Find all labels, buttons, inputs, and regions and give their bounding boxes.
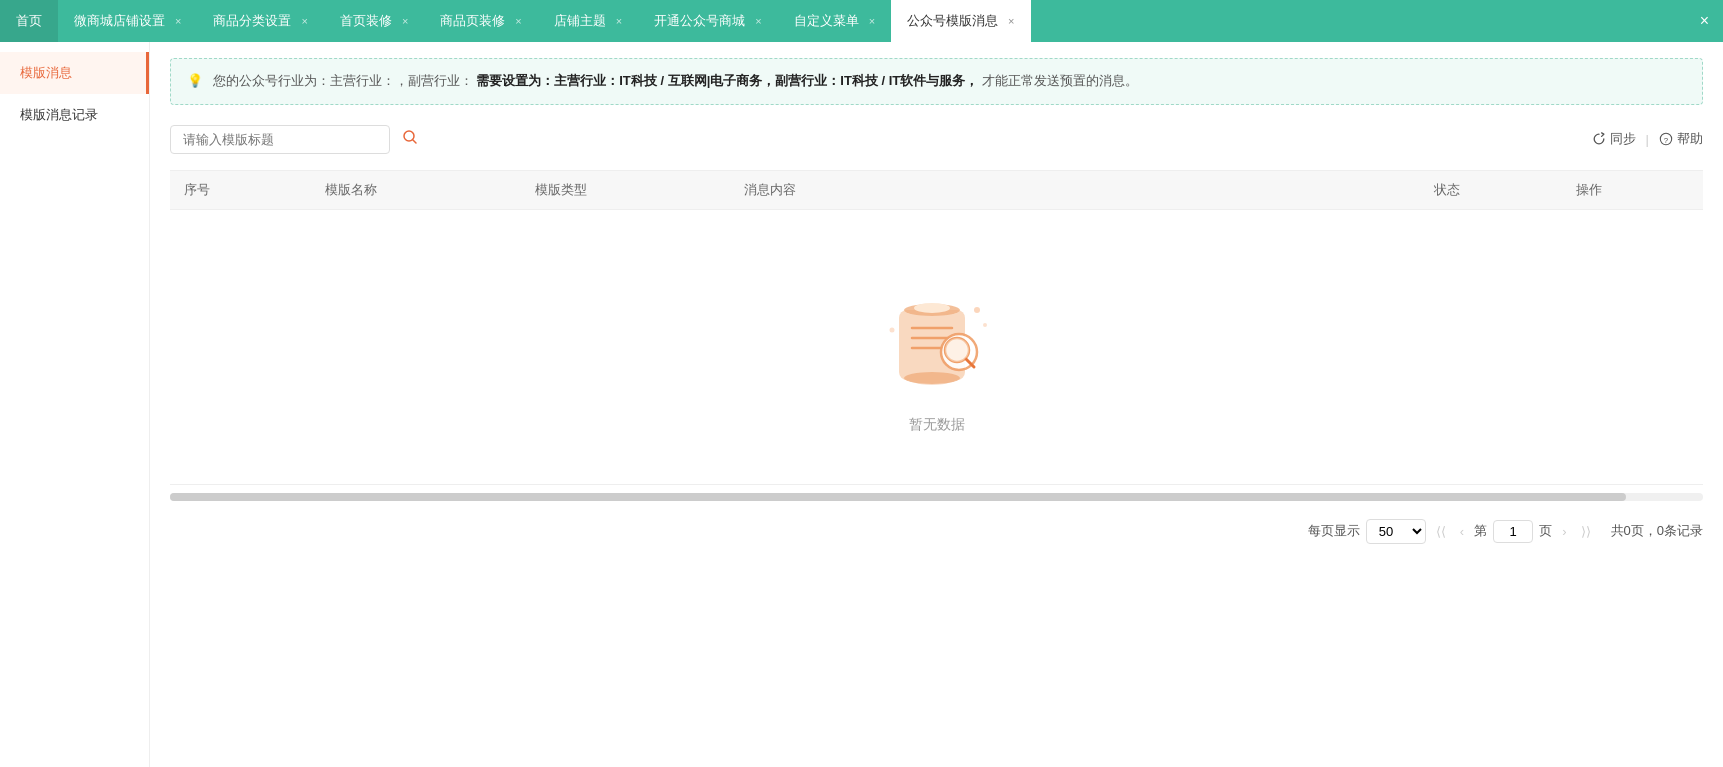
- empty-state: 暂无数据: [184, 220, 1689, 474]
- notice-box: 💡 您的公众号行业为：主营行业：，副营行业： 需要设置为：主营行业：IT科技 /…: [170, 58, 1703, 105]
- sidebar-label-template-msg: 模版消息: [20, 65, 72, 80]
- notice-highlight: 需要设置为：主营行业：IT科技 / 互联网|电子商务，副营行业：IT科技 / I…: [476, 73, 978, 88]
- svg-point-18: [914, 303, 950, 313]
- nav-item-open-mall[interactable]: 开通公众号商城 ×: [638, 0, 777, 42]
- sidebar-item-template-msg-record[interactable]: 模版消息记录: [0, 94, 149, 136]
- nav-item-product-decor[interactable]: 商品页装修 ×: [424, 0, 537, 42]
- total-count: 共0页，0条记录: [1611, 522, 1703, 540]
- nav-label-homepage-decor: 首页装修: [340, 12, 392, 30]
- nav-label-template-msg: 公众号模版消息: [907, 12, 998, 30]
- col-content: 消息内容: [730, 170, 1420, 209]
- horizontal-scrollbar[interactable]: [170, 493, 1703, 501]
- nav-close-custom-menu[interactable]: ×: [869, 15, 875, 27]
- empty-text: 暂无数据: [184, 416, 1689, 434]
- next-page-button[interactable]: ›: [1558, 522, 1570, 541]
- scrollbar-thumb[interactable]: [170, 493, 1626, 501]
- search-bar: 同步 | ? 帮助: [170, 125, 1703, 154]
- nav-close-homepage-decor[interactable]: ×: [402, 15, 408, 27]
- divider: |: [1646, 132, 1649, 147]
- col-name: 模版名称: [311, 170, 520, 209]
- nav-item-custom-menu[interactable]: 自定义菜单 ×: [778, 0, 891, 42]
- svg-point-14: [974, 307, 980, 313]
- nav-close-category[interactable]: ×: [301, 15, 307, 27]
- page-unit: 页: [1539, 522, 1552, 540]
- empty-state-row: 暂无数据: [170, 209, 1703, 484]
- nav-label-home: 首页: [16, 12, 42, 30]
- nav-item-store-settings[interactable]: 微商城店铺设置 ×: [58, 0, 197, 42]
- empty-illustration: [877, 280, 997, 400]
- sidebar-item-template-msg[interactable]: 模版消息: [0, 52, 149, 94]
- search-left: [170, 125, 422, 154]
- nav-close-store-theme[interactable]: ×: [616, 15, 622, 27]
- help-label: 帮助: [1677, 130, 1703, 148]
- svg-point-13: [945, 338, 969, 362]
- svg-point-15: [983, 323, 987, 327]
- content-area: 💡 您的公众号行业为：主营行业：，副营行业： 需要设置为：主营行业：IT科技 /…: [150, 42, 1723, 767]
- nav-label-product-decor: 商品页装修: [440, 12, 505, 30]
- search-right: 同步 | ? 帮助: [1592, 130, 1703, 148]
- last-page-button[interactable]: ⟩⟩: [1577, 522, 1595, 541]
- svg-text:?: ?: [1664, 136, 1669, 145]
- close-all-button[interactable]: ×: [1686, 0, 1723, 42]
- notice-icon: 💡: [187, 73, 203, 88]
- col-action: 操作: [1562, 170, 1703, 209]
- nav-item-homepage-decor[interactable]: 首页装修 ×: [324, 0, 424, 42]
- pagination: 每页显示 50 10 20 100 ⟨⟨ ‹ 第 页 › ⟩⟩ 共0页，0条记录: [170, 509, 1703, 554]
- notice-suffix: 才能正常发送预置的消息。: [982, 73, 1138, 88]
- nav-label-open-mall: 开通公众号商城: [654, 12, 745, 30]
- col-seq: 序号: [170, 170, 311, 209]
- first-page-button[interactable]: ⟨⟨: [1432, 522, 1450, 541]
- svg-point-6: [904, 372, 960, 384]
- sync-button[interactable]: 同步: [1592, 130, 1636, 148]
- nav-item-template-msg[interactable]: 公众号模版消息 ×: [891, 0, 1030, 42]
- nav-close-template-msg[interactable]: ×: [1008, 15, 1014, 27]
- table-header-row: 序号 模版名称 模版类型 消息内容 状态 操作: [170, 170, 1703, 209]
- nav-label-category: 商品分类设置: [213, 12, 291, 30]
- nav-item-home[interactable]: 首页: [0, 0, 58, 42]
- nav-label-store-settings: 微商城店铺设置: [74, 12, 165, 30]
- page-size-select[interactable]: 50 10 20 100: [1366, 519, 1426, 544]
- sidebar-label-template-msg-record: 模版消息记录: [20, 107, 98, 122]
- nav-item-category[interactable]: 商品分类设置 ×: [197, 0, 323, 42]
- notice-prefix: 您的公众号行业为：主营行业：，副营行业：: [213, 73, 473, 88]
- data-table: 序号 模版名称 模版类型 消息内容 状态 操作: [170, 170, 1703, 485]
- col-status: 状态: [1420, 170, 1561, 209]
- svg-point-16: [889, 327, 894, 332]
- nav-item-store-theme[interactable]: 店铺主题 ×: [538, 0, 638, 42]
- nav-close-product-decor[interactable]: ×: [515, 15, 521, 27]
- prev-page-button[interactable]: ‹: [1456, 522, 1468, 541]
- sidebar: 模版消息 模版消息记录: [0, 42, 150, 767]
- top-nav: 首页 微商城店铺设置 × 商品分类设置 × 首页装修 × 商品页装修 × 店铺主…: [0, 0, 1723, 42]
- nav-label-store-theme: 店铺主题: [554, 12, 606, 30]
- page-size-label: 每页显示: [1308, 522, 1360, 540]
- nav-close-open-mall[interactable]: ×: [755, 15, 761, 27]
- col-type: 模版类型: [521, 170, 730, 209]
- nav-label-custom-menu: 自定义菜单: [794, 12, 859, 30]
- search-input[interactable]: [170, 125, 390, 154]
- sync-label: 同步: [1610, 130, 1636, 148]
- page-label: 第: [1474, 522, 1487, 540]
- help-button[interactable]: ? 帮助: [1659, 130, 1703, 148]
- nav-close-store-settings[interactable]: ×: [175, 15, 181, 27]
- main-layout: 模版消息 模版消息记录 💡 您的公众号行业为：主营行业：，副营行业： 需要设置为…: [0, 42, 1723, 767]
- page-number-input[interactable]: [1493, 520, 1533, 543]
- search-button[interactable]: [398, 125, 422, 153]
- svg-line-1: [413, 140, 416, 143]
